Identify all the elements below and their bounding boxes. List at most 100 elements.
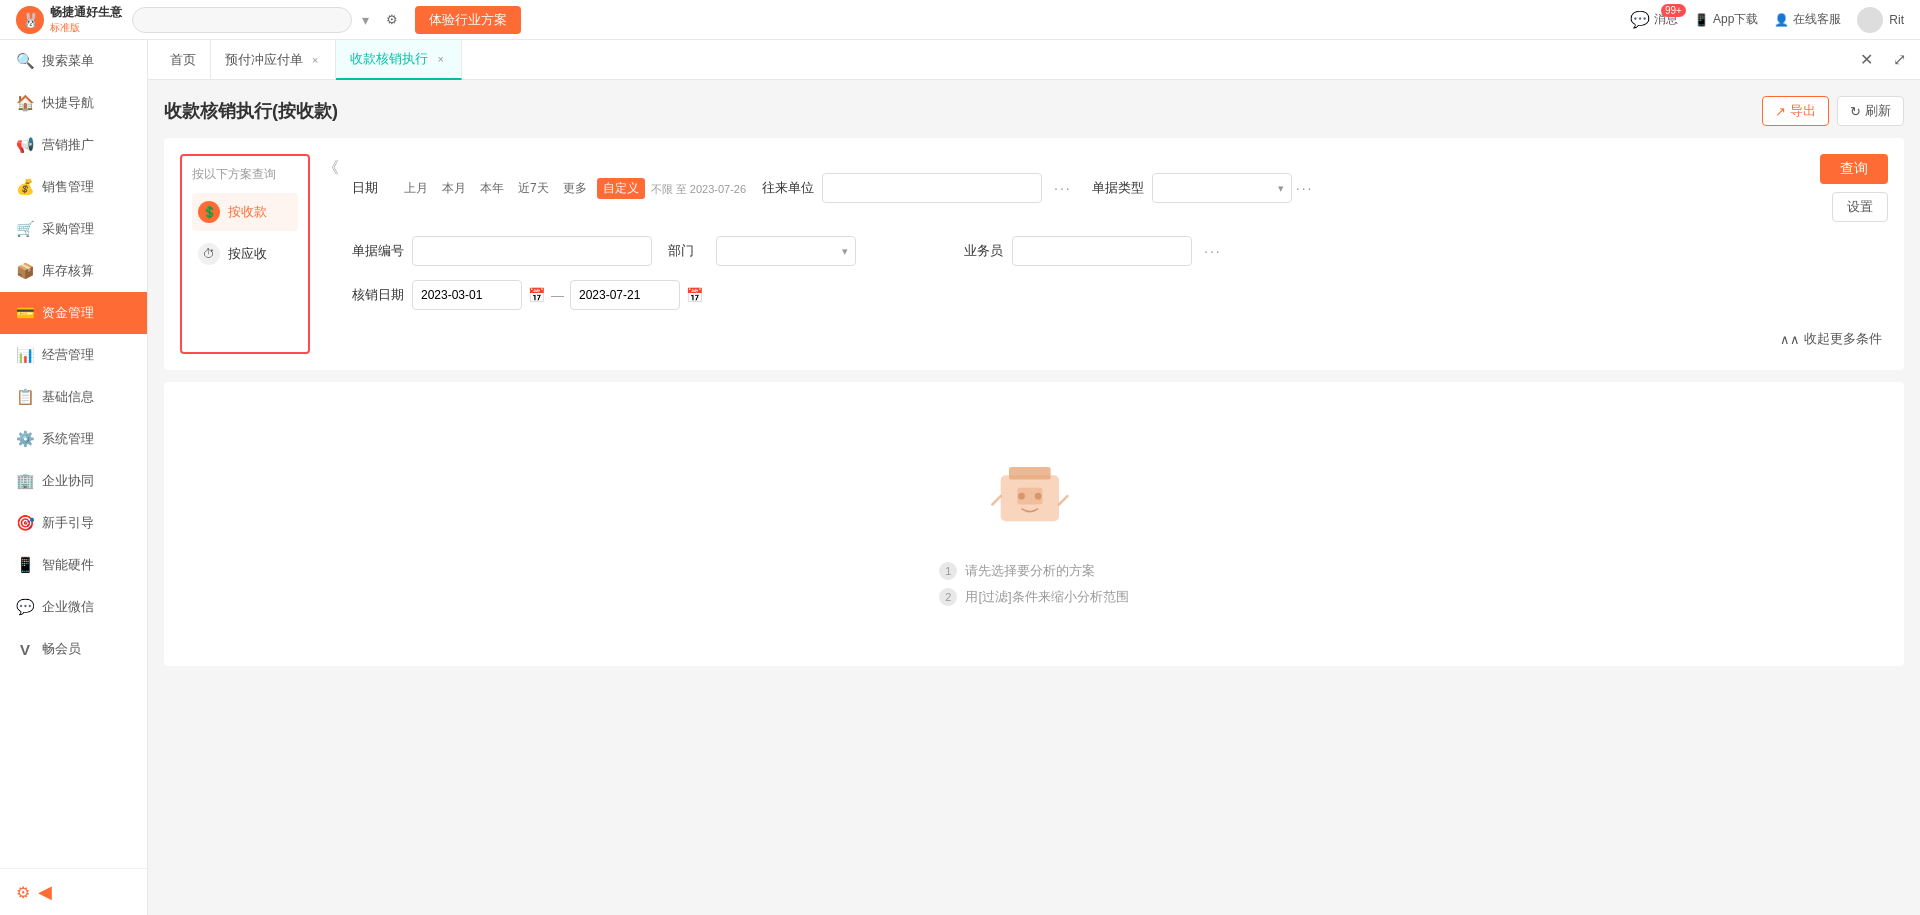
sidebar-item-search[interactable]: 🔍 搜索菜单 xyxy=(0,40,147,82)
staff-label: 业务员 xyxy=(964,242,1004,260)
query-btn[interactable]: 查询 xyxy=(1820,154,1888,184)
refresh-btn[interactable]: ↻ 刷新 xyxy=(1837,96,1904,126)
inventory-icon: 📦 xyxy=(16,262,34,280)
main-layout: 🔍 搜索菜单 🏠 快捷导航 📢 营销推广 💰 销售管理 🛒 采购管理 📦 库存核… xyxy=(0,40,1920,915)
sidebar-item-guide[interactable]: 🎯 新手引导 xyxy=(0,502,147,544)
verify-date-end-input[interactable] xyxy=(570,280,680,310)
verify-date-range: 📅 — 📅 xyxy=(412,280,703,310)
tab-receipt-close[interactable]: × xyxy=(434,52,446,66)
verify-date-start-calendar-icon[interactable]: 📅 xyxy=(528,287,545,303)
tab-prepay-close[interactable]: × xyxy=(309,53,321,67)
sidebar-item-wechat[interactable]: 💬 企业微信 xyxy=(0,586,147,628)
service-btn[interactable]: 👤 在线客服 xyxy=(1774,11,1841,28)
date-shortcuts: 上月 本月 本年 近7天 更多 自定义 不限 至 2023-07-26 xyxy=(400,178,746,199)
basic-icon: 📋 xyxy=(16,388,34,406)
app-name: 畅捷通好生意 xyxy=(50,4,122,21)
system-icon: ⚙️ xyxy=(16,430,34,448)
member-icon: V xyxy=(16,641,34,658)
receipt-option-icon: 💲 xyxy=(198,201,220,223)
filter-panel: 按以下方案查询 💲 按收款 ⏱ 按应收 《 xyxy=(164,138,1904,370)
staff-input[interactable] xyxy=(1012,236,1192,266)
industry-btn[interactable]: 体验行业方案 xyxy=(415,6,521,34)
sidebar-item-basic[interactable]: 📋 基础信息 xyxy=(0,376,147,418)
verify-date-start-input[interactable] xyxy=(412,280,522,310)
doc-no-label: 单据编号 xyxy=(352,242,404,260)
tab-prepay[interactable]: 预付冲应付单 × xyxy=(211,40,336,80)
doc-type-select[interactable] xyxy=(1152,173,1292,203)
partner-field: 往来单位 ··· xyxy=(762,173,1076,203)
tab-bar-expand-icon[interactable]: ⤢ xyxy=(1887,48,1912,71)
tip-num-1: 1 xyxy=(939,562,957,580)
settings-icon[interactable]: ⚙ xyxy=(379,7,405,33)
shortcut-custom[interactable]: 自定义 xyxy=(597,178,645,199)
sidebar-item-system[interactable]: ⚙️ 系统管理 xyxy=(0,418,147,460)
doc-type-field: 单据类型 ··· xyxy=(1092,173,1372,203)
sidebar-item-purchase[interactable]: 🛒 采购管理 xyxy=(0,208,147,250)
wechat-icon: 💬 xyxy=(16,598,34,616)
collapse-sidebar-btn[interactable]: ◀ xyxy=(38,881,52,903)
bottom-settings-icon[interactable]: ⚙ xyxy=(16,883,30,902)
filter-collapse-btn[interactable]: 《 xyxy=(322,154,340,179)
shortcut-more[interactable]: 更多 xyxy=(559,178,591,199)
tip-num-2: 2 xyxy=(939,588,957,606)
search-input[interactable] xyxy=(132,7,352,33)
tab-home[interactable]: 首页 xyxy=(156,40,211,80)
refresh-icon: ↻ xyxy=(1850,104,1861,119)
empty-state: 1 请先选择要分析的方案 2 用[过滤]条件来缩小分析范围 xyxy=(164,382,1904,666)
filter-sidebar-title: 按以下方案查询 xyxy=(192,166,298,183)
svg-line-5 xyxy=(992,496,1000,504)
filter-actions: 查询 设置 xyxy=(1820,154,1888,222)
shortcut-last-month[interactable]: 上月 xyxy=(400,178,432,199)
export-icon: ↗ xyxy=(1775,104,1786,119)
partner-input[interactable] xyxy=(822,173,1042,203)
filter-row-2: 单据编号 部门 业务员 xyxy=(352,236,1888,266)
sidebar-item-hardware[interactable]: 📱 智能硬件 xyxy=(0,544,147,586)
staff-more-icon[interactable]: ··· xyxy=(1200,243,1226,259)
staff-field: 业务员 ··· xyxy=(964,236,1244,266)
page-content: 收款核销执行(按收款) ↗ 导出 ↻ 刷新 按以下方案查询 xyxy=(148,80,1920,915)
dept-select[interactable] xyxy=(716,236,856,266)
purchase-icon: 🛒 xyxy=(16,220,34,238)
sidebar-item-member[interactable]: V 畅会员 xyxy=(0,628,147,670)
sidebar-item-finance[interactable]: 💳 资金管理 xyxy=(0,292,147,334)
verify-date-end-calendar-icon[interactable]: 📅 xyxy=(686,287,703,303)
sidebar-item-enterprise[interactable]: 🏢 企业协同 xyxy=(0,460,147,502)
app-download-btn[interactable]: 📱 App下载 xyxy=(1694,11,1758,28)
page-title: 收款核销执行(按收款) xyxy=(164,99,338,123)
sidebar: 🔍 搜索菜单 🏠 快捷导航 📢 营销推广 💰 销售管理 🛒 采购管理 📦 库存核… xyxy=(0,40,148,915)
sidebar-item-marketing[interactable]: 📢 营销推广 xyxy=(0,124,147,166)
collapse-more-btn[interactable]: ∧∧ 收起更多条件 xyxy=(1774,324,1888,354)
sidebar-item-inventory[interactable]: 📦 库存核算 xyxy=(0,250,147,292)
doc-no-input[interactable] xyxy=(412,236,652,266)
quick-nav-icon: 🏠 xyxy=(16,94,34,112)
filter-settings-btn[interactable]: 设置 xyxy=(1832,192,1888,222)
doc-type-more-icon[interactable]: ··· xyxy=(1292,180,1318,196)
tab-receipt[interactable]: 收款核销执行 × xyxy=(336,40,461,80)
filter-option-by-receipt[interactable]: 💲 按收款 xyxy=(192,193,298,231)
shortcut-this-month[interactable]: 本月 xyxy=(438,178,470,199)
message-btn[interactable]: 💬 消息 99+ xyxy=(1630,10,1678,29)
export-btn[interactable]: ↗ 导出 xyxy=(1762,96,1829,126)
partner-more-icon[interactable]: ··· xyxy=(1050,180,1076,196)
shortcut-7days[interactable]: 近7天 xyxy=(514,178,553,199)
logo: 🐰 畅捷通好生意 标准版 xyxy=(16,4,122,35)
sidebar-bottom: ⚙ ◀ xyxy=(0,868,147,915)
sidebar-item-operations[interactable]: 📊 经营管理 xyxy=(0,334,147,376)
sidebar-item-quick-nav[interactable]: 🏠 快捷导航 xyxy=(0,82,147,124)
doc-type-label: 单据类型 xyxy=(1092,179,1144,197)
dropdown-btn[interactable]: ▾ xyxy=(362,12,369,28)
shortcut-this-year[interactable]: 本年 xyxy=(476,178,508,199)
dept-field: 部门 xyxy=(668,236,948,266)
tab-bar: 首页 预付冲应付单 × 收款核销执行 × ✕ ⤢ xyxy=(148,40,1920,80)
tab-bar-close-icon[interactable]: ✕ xyxy=(1854,48,1879,71)
top-bar-right: 💬 消息 99+ 📱 App下载 👤 在线客服 Rit xyxy=(1630,7,1904,33)
collapse-more-row: ∧∧ 收起更多条件 xyxy=(352,324,1888,354)
filter-row-1: 日期 上月 本月 本年 近7天 更多 自定义 不限 至 2023-07-26 xyxy=(352,154,1888,222)
logo-icon: 🐰 xyxy=(16,6,44,34)
dept-select-wrapper xyxy=(716,236,856,266)
filter-option-by-receivable[interactable]: ⏱ 按应收 xyxy=(192,235,298,273)
svg-point-3 xyxy=(1018,493,1025,500)
content-area: 首页 预付冲应付单 × 收款核销执行 × ✕ ⤢ 收款核销执行(按收款) ↗ xyxy=(148,40,1920,915)
doc-type-select-wrapper xyxy=(1152,173,1292,203)
sidebar-item-sales[interactable]: 💰 销售管理 xyxy=(0,166,147,208)
